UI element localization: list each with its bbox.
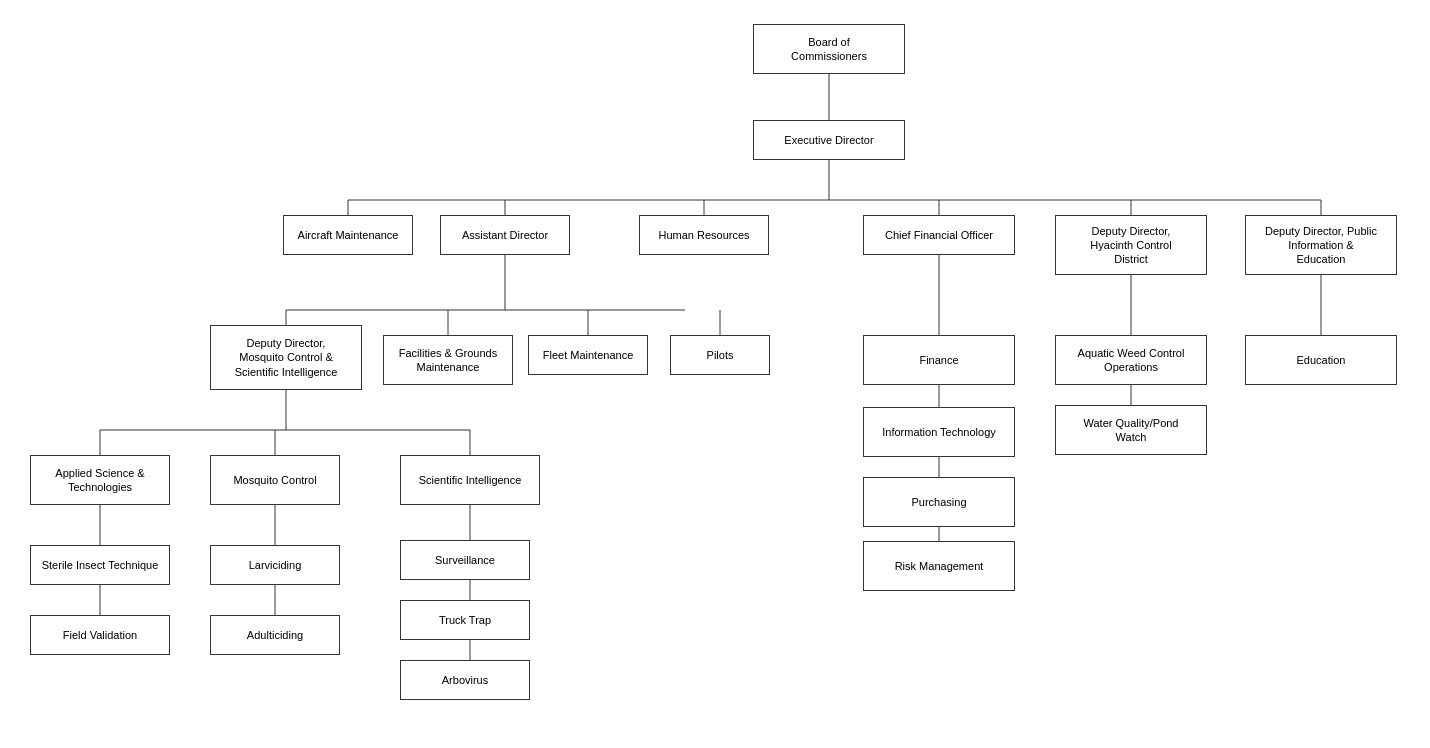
node-fleet: Fleet Maintenance (528, 335, 648, 375)
node-dep_hyacinth: Deputy Director, Hyacinth Control Distri… (1055, 215, 1207, 275)
node-arbovirus: Arbovirus (400, 660, 530, 700)
node-aircraft: Aircraft Maintenance (283, 215, 413, 255)
node-sterile: Sterile Insect Technique (30, 545, 170, 585)
node-mosquito_ctrl: Mosquito Control (210, 455, 340, 505)
node-sci_intel: Scientific Intelligence (400, 455, 540, 505)
node-adulticiding: Adulticiding (210, 615, 340, 655)
node-it: Information Technology (863, 407, 1015, 457)
node-facilities: Facilities & Grounds Maintenance (383, 335, 513, 385)
node-field_val: Field Validation (30, 615, 170, 655)
node-larviciding: Larviciding (210, 545, 340, 585)
node-water_quality: Water Quality/Pond Watch (1055, 405, 1207, 455)
node-cfo: Chief Financial Officer (863, 215, 1015, 255)
node-hr: Human Resources (639, 215, 769, 255)
node-board: Board of Commissioners (753, 24, 905, 74)
node-surveillance: Surveillance (400, 540, 530, 580)
node-education: Education (1245, 335, 1397, 385)
node-aquatic: Aquatic Weed Control Operations (1055, 335, 1207, 385)
node-truck_trap: Truck Trap (400, 600, 530, 640)
node-finance: Finance (863, 335, 1015, 385)
org-chart: Board of Commissioners Executive Director… (0, 0, 1430, 748)
node-asst_dir: Assistant Director (440, 215, 570, 255)
node-applied_sci: Applied Science & Technologies (30, 455, 170, 505)
node-exec: Executive Director (753, 120, 905, 160)
node-purchasing: Purchasing (863, 477, 1015, 527)
node-risk: Risk Management (863, 541, 1015, 591)
node-dep_public: Deputy Director, Public Information & Ed… (1245, 215, 1397, 275)
node-pilots: Pilots (670, 335, 770, 375)
node-dep_mosquito: Deputy Director, Mosquito Control & Scie… (210, 325, 362, 390)
